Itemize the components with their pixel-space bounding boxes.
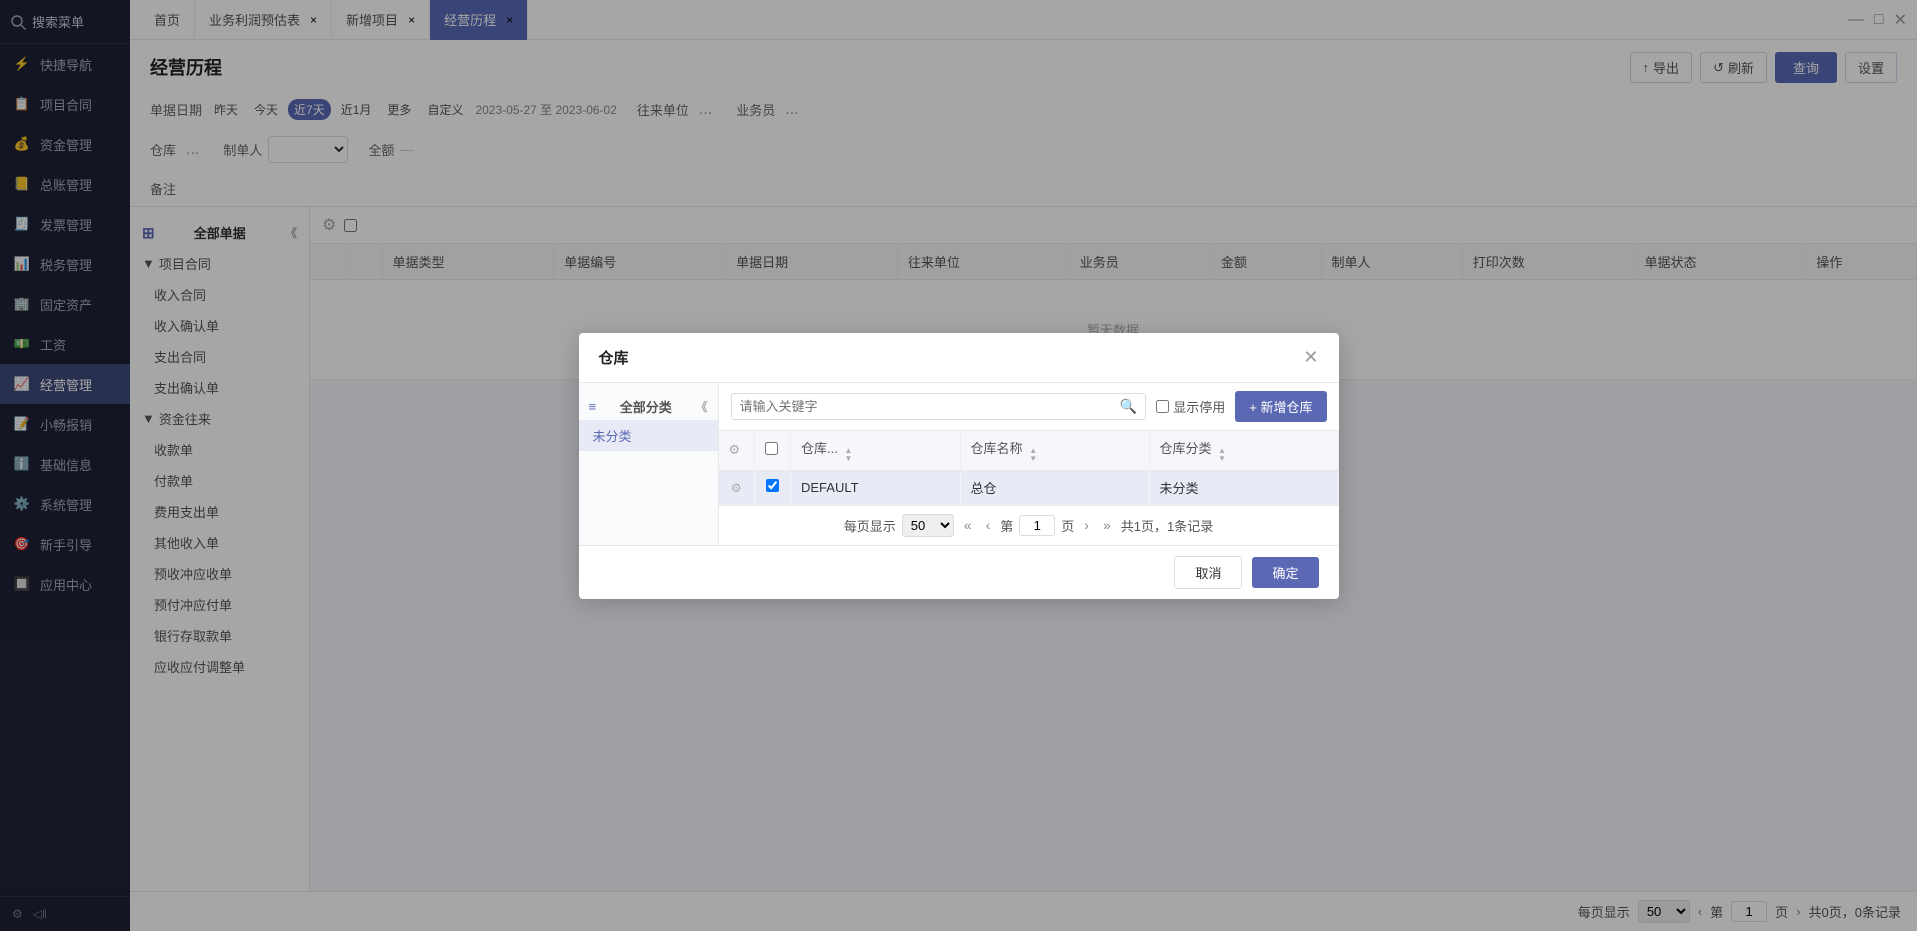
sort-id-arrows: ▲ ▼ [844, 447, 852, 463]
modal-confirm-button[interactable]: 确定 [1252, 557, 1318, 588]
sort-name-arrows: ▲ ▼ [1029, 447, 1037, 463]
row-category: 未分类 [1149, 470, 1338, 504]
modal-page-input[interactable] [1019, 515, 1055, 536]
modal-search-input[interactable] [740, 399, 1116, 414]
collapse-category-icon[interactable]: 《 [695, 398, 707, 415]
modal-th-category: 仓库分类 ▲ ▼ [1149, 431, 1338, 471]
row-gear-icon: ⚙ [731, 481, 742, 495]
modal-page-label: 第 [1000, 516, 1013, 535]
modal-warehouse-table: ⚙ 仓库... ▲ ▼ [719, 431, 1339, 505]
row-gear: ⚙ [719, 470, 755, 504]
modal-page-suffix: 页 [1061, 516, 1074, 535]
modal-title: 仓库 [599, 347, 629, 368]
modal-footer: 取消 确定 [579, 545, 1339, 599]
modal-first-page[interactable]: « [960, 515, 976, 535]
modal-pagination: 每页显示 50 100 « ‹ 第 页 › » 共1页，1条记录 [719, 505, 1339, 545]
show-disabled-checkbox[interactable] [1156, 400, 1169, 413]
row-name: 总仓 [960, 470, 1149, 504]
row-select-checkbox[interactable] [766, 479, 779, 492]
modal-th-checkbox [755, 431, 791, 471]
modal-select-all[interactable] [765, 442, 778, 455]
all-categories-icon: ≡ [589, 399, 597, 414]
modal-close-button[interactable]: ✕ [1303, 347, 1318, 368]
modal-table-panel: 🔍 显示停用 + 新增仓库 ⚙ [719, 383, 1339, 545]
category-unclassified[interactable]: 未分类 [579, 420, 718, 451]
modal-category-panel: ≡ 全部分类 《 未分类 [579, 383, 719, 545]
row-checkbox [755, 470, 791, 504]
modal-table-area: ⚙ 仓库... ▲ ▼ [719, 431, 1339, 505]
table-row[interactable]: ⚙ DEFAULT 总仓 未分类 [719, 470, 1339, 504]
row-id: DEFAULT [791, 470, 961, 504]
gear-config-icon[interactable]: ⚙ [729, 442, 741, 457]
modal-next-page[interactable]: › [1080, 515, 1093, 535]
modal-overlay[interactable]: 仓库 ✕ ≡ 全部分类 《 未分类 [0, 0, 1917, 931]
modal-search-icon: 🔍 [1120, 398, 1137, 415]
modal-per-page-label: 每页显示 [844, 516, 896, 535]
modal-toolbar: 🔍 显示停用 + 新增仓库 [719, 383, 1339, 431]
modal-th-id: 仓库... ▲ ▼ [791, 431, 961, 471]
modal-th-name: 仓库名称 ▲ ▼ [960, 431, 1149, 471]
modal-cancel-button[interactable]: 取消 [1174, 556, 1242, 589]
modal-total: 共1页，1条记录 [1121, 516, 1213, 535]
modal-search-box: 🔍 [731, 393, 1147, 420]
sort-category-arrows: ▲ ▼ [1218, 447, 1226, 463]
category-list: 未分类 [579, 420, 718, 535]
modal-per-page-select[interactable]: 50 100 [902, 514, 954, 537]
add-warehouse-button[interactable]: + 新增仓库 [1235, 391, 1326, 422]
all-categories-label: 全部分类 [620, 397, 672, 416]
modal-last-page[interactable]: » [1099, 515, 1115, 535]
modal-prev-page[interactable]: ‹ [982, 515, 995, 535]
show-disabled-label: 显示停用 [1156, 397, 1225, 416]
modal-body: ≡ 全部分类 《 未分类 🔍 显示停用 [579, 383, 1339, 545]
modal-header: 仓库 ✕ [579, 333, 1339, 383]
warehouse-modal: 仓库 ✕ ≡ 全部分类 《 未分类 [579, 333, 1339, 599]
modal-th-gear: ⚙ [719, 431, 755, 471]
all-categories-header[interactable]: ≡ 全部分类 《 [579, 393, 718, 420]
